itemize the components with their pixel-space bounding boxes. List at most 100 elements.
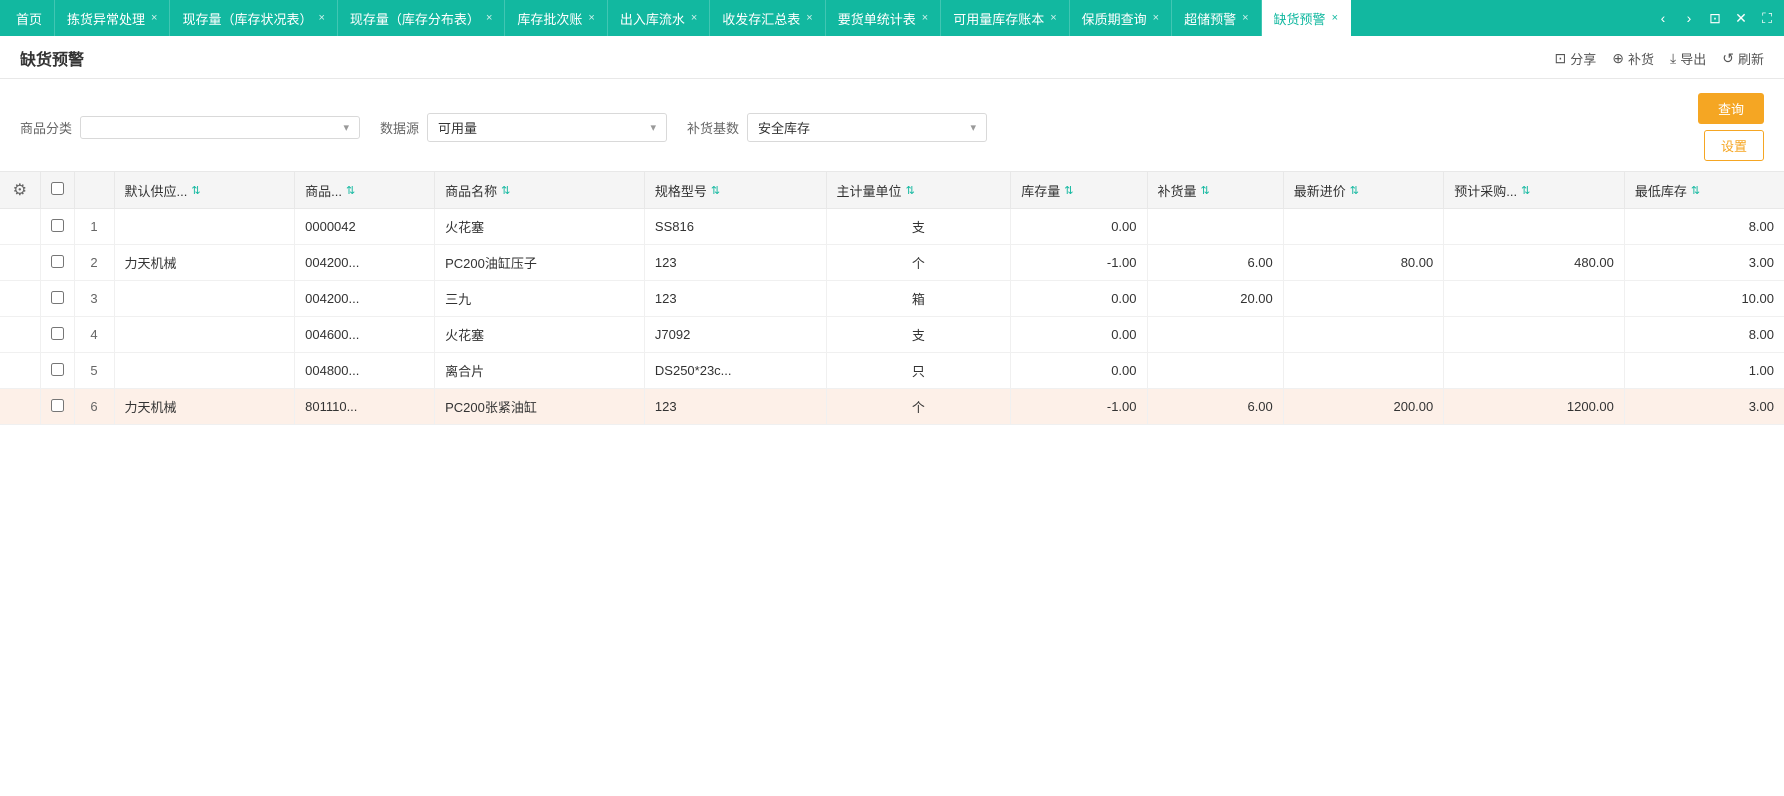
row-settings-cell	[0, 209, 40, 245]
cell-latest_price	[1283, 281, 1443, 317]
cell-product_name: 火花塞	[435, 317, 645, 353]
cell-unit: 只	[826, 353, 1011, 389]
cell-product_code: 004600...	[295, 317, 435, 353]
col-checkbox-header	[40, 172, 74, 209]
replenish-button[interactable]: ⊕ 补货	[1612, 49, 1654, 68]
export-button[interactable]: ⤓ 导出	[1670, 49, 1706, 68]
select-all-checkbox[interactable]	[51, 182, 64, 195]
cell-spec: SS816	[644, 209, 826, 245]
table-body: 10000042火花塞SS816支0.008.002力天机械004200...P…	[0, 209, 1784, 425]
replenish-base-filter-group: 补货基数 安全库存 ▾	[687, 113, 987, 142]
table-container: ⚙ 默认供应... ⇅ 商品...	[0, 171, 1784, 425]
tab-close-shortage[interactable]: ×	[1332, 12, 1338, 24]
cell-replenish_qty	[1147, 317, 1283, 353]
tab-close-batch-account[interactable]: ×	[588, 12, 594, 24]
datasource-select[interactable]: 可用量 ▾	[427, 113, 667, 142]
latest-price-sort-icon: ⇅	[1350, 184, 1359, 197]
cell-latest_price	[1283, 317, 1443, 353]
tab-nav-prev[interactable]: ‹	[1650, 0, 1676, 36]
tab-close-inventory-dist[interactable]: ×	[486, 12, 492, 24]
tab-inventory-dist[interactable]: 现存量（库存分布表） ×	[338, 0, 505, 36]
cell-spec: 123	[644, 389, 826, 425]
tab-close-order-stats[interactable]: ×	[922, 12, 928, 24]
col-product-name: 商品名称 ⇅	[435, 172, 645, 209]
tab-inventory-status[interactable]: 现存量（库存状况表） ×	[170, 0, 337, 36]
tab-close-inventory-status[interactable]: ×	[318, 12, 324, 24]
cell-unit: 支	[826, 209, 1011, 245]
category-chevron-icon: ▾	[343, 121, 349, 134]
table-row: 10000042火花塞SS816支0.008.00	[0, 209, 1784, 245]
tab-expiry-query[interactable]: 保质期查询 ×	[1070, 0, 1172, 36]
row-checkbox[interactable]	[51, 399, 64, 412]
tab-nav-next[interactable]: ›	[1676, 0, 1702, 36]
row-checkbox-cell	[40, 317, 74, 353]
cell-estimated_purchase: 480.00	[1444, 245, 1625, 281]
tab-close-expiry-query[interactable]: ×	[1153, 12, 1159, 24]
spec-sort-icon: ⇅	[711, 184, 720, 197]
tab-overstock[interactable]: 超储预警 ×	[1172, 0, 1261, 36]
cell-min_stock: 3.00	[1624, 389, 1784, 425]
cell-default_supplier	[114, 281, 295, 317]
replenish-base-chevron-icon: ▾	[971, 121, 977, 134]
cell-product_name: PC200张紧油缸	[435, 389, 645, 425]
row-checkbox[interactable]	[51, 291, 64, 304]
tab-inout-flow[interactable]: 出入库流水 ×	[608, 0, 710, 36]
tab-order-stats[interactable]: 要货单统计表 ×	[826, 0, 941, 36]
tab-close-inout-flow[interactable]: ×	[691, 12, 697, 24]
row-checkbox-cell	[40, 353, 74, 389]
tab-batch-account[interactable]: 库存批次账 ×	[505, 0, 607, 36]
col-estimated-purchase: 预计采购... ⇅	[1444, 172, 1625, 209]
row-settings-cell	[0, 245, 40, 281]
share-button[interactable]: ⊡ 分享	[1555, 49, 1597, 68]
tab-nav-close[interactable]: ✕	[1728, 0, 1754, 36]
tab-home[interactable]: 首页	[4, 0, 55, 36]
cell-default_supplier	[114, 317, 295, 353]
row-checkbox[interactable]	[51, 363, 64, 376]
cell-min_stock: 8.00	[1624, 317, 1784, 353]
data-table: ⚙ 默认供应... ⇅ 商品...	[0, 171, 1784, 425]
row-checkbox[interactable]	[51, 255, 64, 268]
tab-receipt-summary[interactable]: 收发存汇总表 ×	[710, 0, 825, 36]
datasource-value: 可用量	[438, 118, 477, 137]
cell-product_code: 004800...	[295, 353, 435, 389]
tab-available-ledger[interactable]: 可用量库存账本 ×	[941, 0, 1069, 36]
page-header: 缺货预警 ⊡ 分享 ⊕ 补货 ⤓ 导出 ↺ 刷新	[0, 36, 1784, 79]
cell-product_name: 三九	[435, 281, 645, 317]
category-select[interactable]: ▾	[80, 116, 360, 139]
tab-shortage[interactable]: 缺货预警 ×	[1262, 0, 1351, 36]
cell-stock_qty: 0.00	[1011, 317, 1147, 353]
page-container: 缺货预警 ⊡ 分享 ⊕ 补货 ⤓ 导出 ↺ 刷新 商品分类	[0, 36, 1784, 796]
cell-spec: 123	[644, 281, 826, 317]
tab-nav-restore[interactable]: ⊡	[1702, 0, 1728, 36]
cell-unit: 箱	[826, 281, 1011, 317]
tab-close-available-ledger[interactable]: ×	[1050, 12, 1056, 24]
stock-sort-icon: ⇅	[1064, 184, 1073, 197]
tab-close-receipt-summary[interactable]: ×	[806, 12, 812, 24]
category-label: 商品分类	[20, 118, 72, 137]
refresh-icon: ↺	[1722, 50, 1734, 67]
row-checkbox-cell	[40, 281, 74, 317]
cell-estimated_purchase	[1444, 209, 1625, 245]
column-settings-icon[interactable]: ⚙	[13, 182, 27, 199]
cell-latest_price	[1283, 353, 1443, 389]
row-checkbox[interactable]	[51, 219, 64, 232]
replenish-base-select[interactable]: 安全库存 ▾	[747, 113, 987, 142]
row-number: 4	[74, 317, 114, 353]
refresh-button[interactable]: ↺ 刷新	[1722, 49, 1764, 68]
tab-abnormal[interactable]: 拣货异常处理 ×	[55, 0, 170, 36]
tab-close-abnormal[interactable]: ×	[151, 12, 157, 24]
cell-latest_price: 80.00	[1283, 245, 1443, 281]
table-row: 6力天机械801110...PC200张紧油缸123个-1.006.00200.…	[0, 389, 1784, 425]
tab-close-overstock[interactable]: ×	[1242, 12, 1248, 24]
cell-stock_qty: -1.00	[1011, 245, 1147, 281]
query-button[interactable]: 查询	[1698, 93, 1764, 124]
tab-nav-expand[interactable]: ⛶	[1754, 0, 1780, 36]
settings-button[interactable]: 设置	[1704, 130, 1764, 161]
tab-bar: 首页拣货异常处理 ×现存量（库存状况表） ×现存量（库存分布表） ×库存批次账 …	[0, 0, 1784, 36]
row-checkbox-cell	[40, 245, 74, 281]
table-row: 2力天机械004200...PC200油缸压子123个-1.006.0080.0…	[0, 245, 1784, 281]
table-row: 5004800...离合片DS250*23c...只0.001.00	[0, 353, 1784, 389]
row-checkbox[interactable]	[51, 327, 64, 340]
cell-stock_qty: -1.00	[1011, 389, 1147, 425]
min-stock-sort-icon: ⇅	[1691, 184, 1700, 197]
